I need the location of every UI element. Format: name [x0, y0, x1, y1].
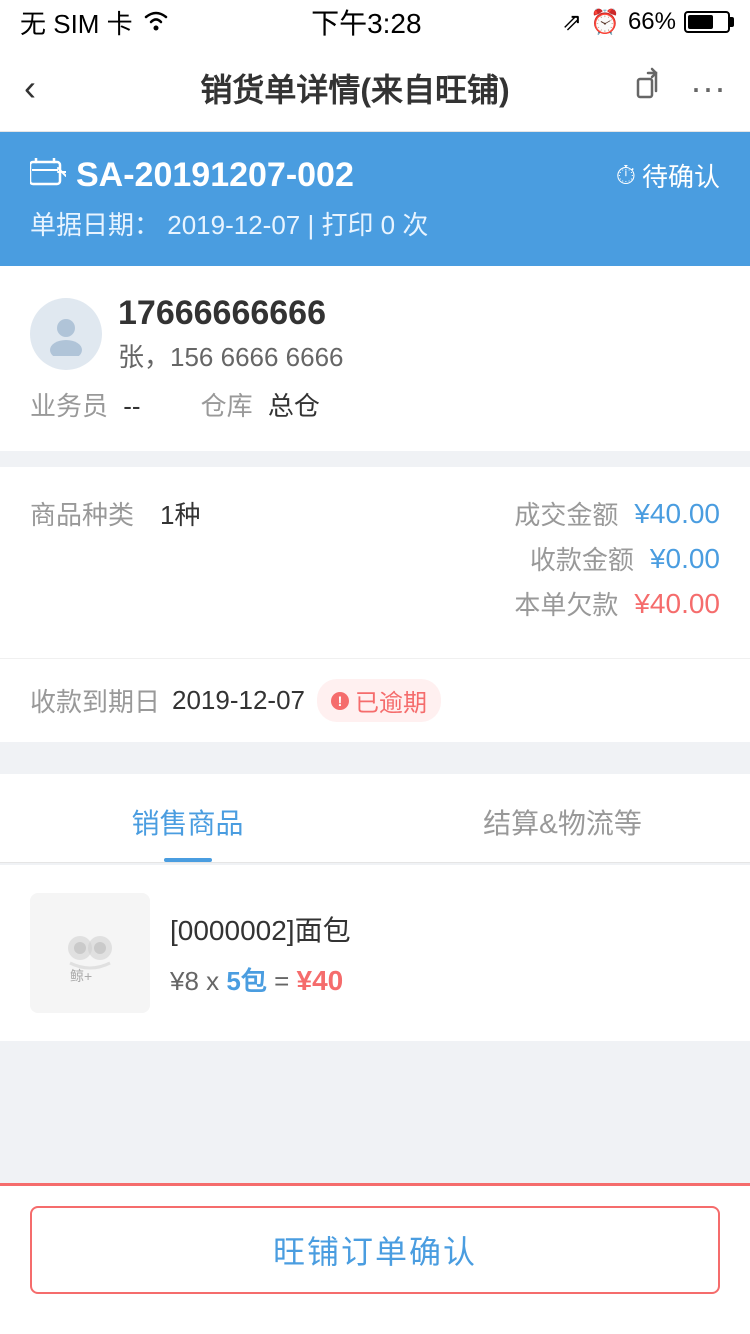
warehouse-meta: 仓库 总仓 — [201, 386, 320, 423]
overdue-icon: ! — [331, 692, 349, 710]
wifi-icon — [141, 7, 171, 38]
product-thumbnail: 鲸+ — [30, 893, 150, 1013]
summary-section: 商品种类 1种 成交金额 ¥40.00 收款金额 ¥0.00 本单欠款 ¥40.… — [0, 467, 750, 658]
product-price: ¥8 — [170, 966, 199, 996]
status-bar: 无 SIM 卡 下午3:28 ⇗ ⏰ 66% — [0, 0, 750, 44]
back-button[interactable]: ‹ — [24, 67, 84, 109]
tab-products-label: 销售商品 — [131, 808, 243, 839]
product-multiply: x — [206, 966, 226, 996]
due-label: 收款到期日 — [30, 682, 160, 719]
sales-meta: 业务员 -- — [30, 386, 141, 423]
date-label: 单据日期： — [30, 210, 160, 240]
order-banner: SA-20191207-002 ⏱ 待确认 单据日期： 2019-12-07 |… — [0, 132, 750, 266]
location-icon: ⇗ — [562, 8, 582, 37]
product-item: 鲸+ [0000002]面包 ¥8 x 5包 = ¥40 — [0, 865, 750, 1041]
order-icon — [30, 156, 66, 195]
due-date-section: 收款到期日 2019-12-07 ! 已逾期 — [0, 658, 750, 742]
warehouse-value: 总仓 — [268, 391, 320, 421]
customer-section: 17666666666 张，156 6666 6666 业务员 -- 仓库 总仓 — [0, 266, 750, 451]
carrier-text: 无 SIM 卡 — [20, 4, 133, 41]
battery-fill — [688, 15, 713, 29]
product-type-value: 1种 — [160, 495, 200, 532]
product-section: 鲸+ [0000002]面包 ¥8 x 5包 = ¥40 — [0, 865, 750, 1041]
product-name: [0000002]面包 — [170, 909, 720, 949]
owing-label: 本单欠款 — [514, 585, 618, 622]
order-id: SA-20191207-002 — [30, 156, 354, 195]
tab-settlement[interactable]: 结算&物流等 — [375, 774, 750, 862]
customer-info: 17666666666 张，156 6666 6666 — [118, 294, 344, 374]
order-date-line: 单据日期： 2019-12-07 | 打印 0 次 — [30, 205, 720, 242]
status-bar-time: 下午3:28 — [311, 2, 422, 42]
product-equal: = — [274, 966, 296, 996]
tab-settlement-label: 结算&物流等 — [483, 808, 642, 839]
overdue-text: 已逾期 — [355, 683, 427, 718]
sales-value: -- — [123, 391, 140, 421]
due-value: 2019-12-07 — [172, 685, 305, 716]
product-price-row: ¥8 x 5包 = ¥40 — [170, 961, 720, 998]
received-row: 收款金额 ¥0.00 — [514, 540, 720, 577]
owing-value: ¥40.00 — [634, 588, 720, 620]
warehouse-label: 仓库 — [201, 391, 253, 421]
amount-row: 成交金额 ¥40.00 — [514, 495, 720, 532]
product-total: ¥40 — [297, 965, 344, 996]
date-value: 2019-12-07 — [167, 210, 300, 240]
battery-percent: 66% — [628, 8, 676, 36]
divider-2 — [0, 742, 750, 758]
divider-1 — [0, 451, 750, 467]
amount-value: ¥40.00 — [634, 498, 720, 530]
nav-actions: ··· — [626, 65, 726, 110]
page-title: 销货单详情(来自旺铺) — [84, 65, 626, 111]
overdue-badge: ! 已逾期 — [317, 679, 441, 722]
owing-row: 本单欠款 ¥40.00 — [514, 585, 720, 622]
order-id-text: SA-20191207-002 — [76, 156, 354, 195]
print-label: | 打印 0 次 — [307, 210, 428, 240]
customer-row: 17666666666 张，156 6666 6666 — [30, 294, 720, 374]
status-bar-left: 无 SIM 卡 — [20, 4, 171, 41]
status-bar-right: ⇗ ⏰ 66% — [562, 8, 730, 37]
status-clock-icon: ⏱ — [616, 160, 636, 192]
customer-phone: 17666666666 — [118, 294, 344, 333]
more-icon[interactable]: ··· — [690, 67, 726, 109]
order-banner-top: SA-20191207-002 ⏱ 待确认 — [30, 156, 720, 195]
customer-sub-info: 张，156 6666 6666 — [118, 337, 344, 374]
amount-label: 成交金额 — [514, 495, 618, 532]
sales-label: 业务员 — [30, 391, 108, 421]
summary-right: 成交金额 ¥40.00 收款金额 ¥0.00 本单欠款 ¥40.00 — [514, 495, 720, 630]
svg-text:鲸+: 鲸+ — [70, 968, 92, 983]
product-type-label: 商品种类 — [30, 495, 134, 532]
tab-products[interactable]: 销售商品 — [0, 774, 375, 862]
battery-icon — [684, 11, 730, 33]
product-info: [0000002]面包 ¥8 x 5包 = ¥40 — [170, 909, 720, 998]
tab-bar: 销售商品 结算&物流等 — [0, 774, 750, 863]
received-label: 收款金额 — [530, 540, 634, 577]
confirm-order-button[interactable]: 旺铺订单确认 — [30, 1206, 720, 1294]
nav-bar: ‹ 销货单详情(来自旺铺) ··· — [0, 44, 750, 132]
alarm-icon: ⏰ — [590, 8, 620, 37]
status-text: 待确认 — [642, 157, 720, 194]
order-status: ⏱ 待确认 — [616, 157, 720, 194]
summary-left: 商品种类 1种 — [30, 495, 200, 532]
product-quantity: 5包 — [226, 966, 266, 996]
bottom-bar: 旺铺订单确认 — [0, 1183, 750, 1334]
received-value: ¥0.00 — [650, 543, 720, 575]
customer-meta: 业务员 -- 仓库 总仓 — [30, 386, 720, 423]
share-icon[interactable] — [634, 65, 670, 110]
avatar — [30, 298, 102, 370]
